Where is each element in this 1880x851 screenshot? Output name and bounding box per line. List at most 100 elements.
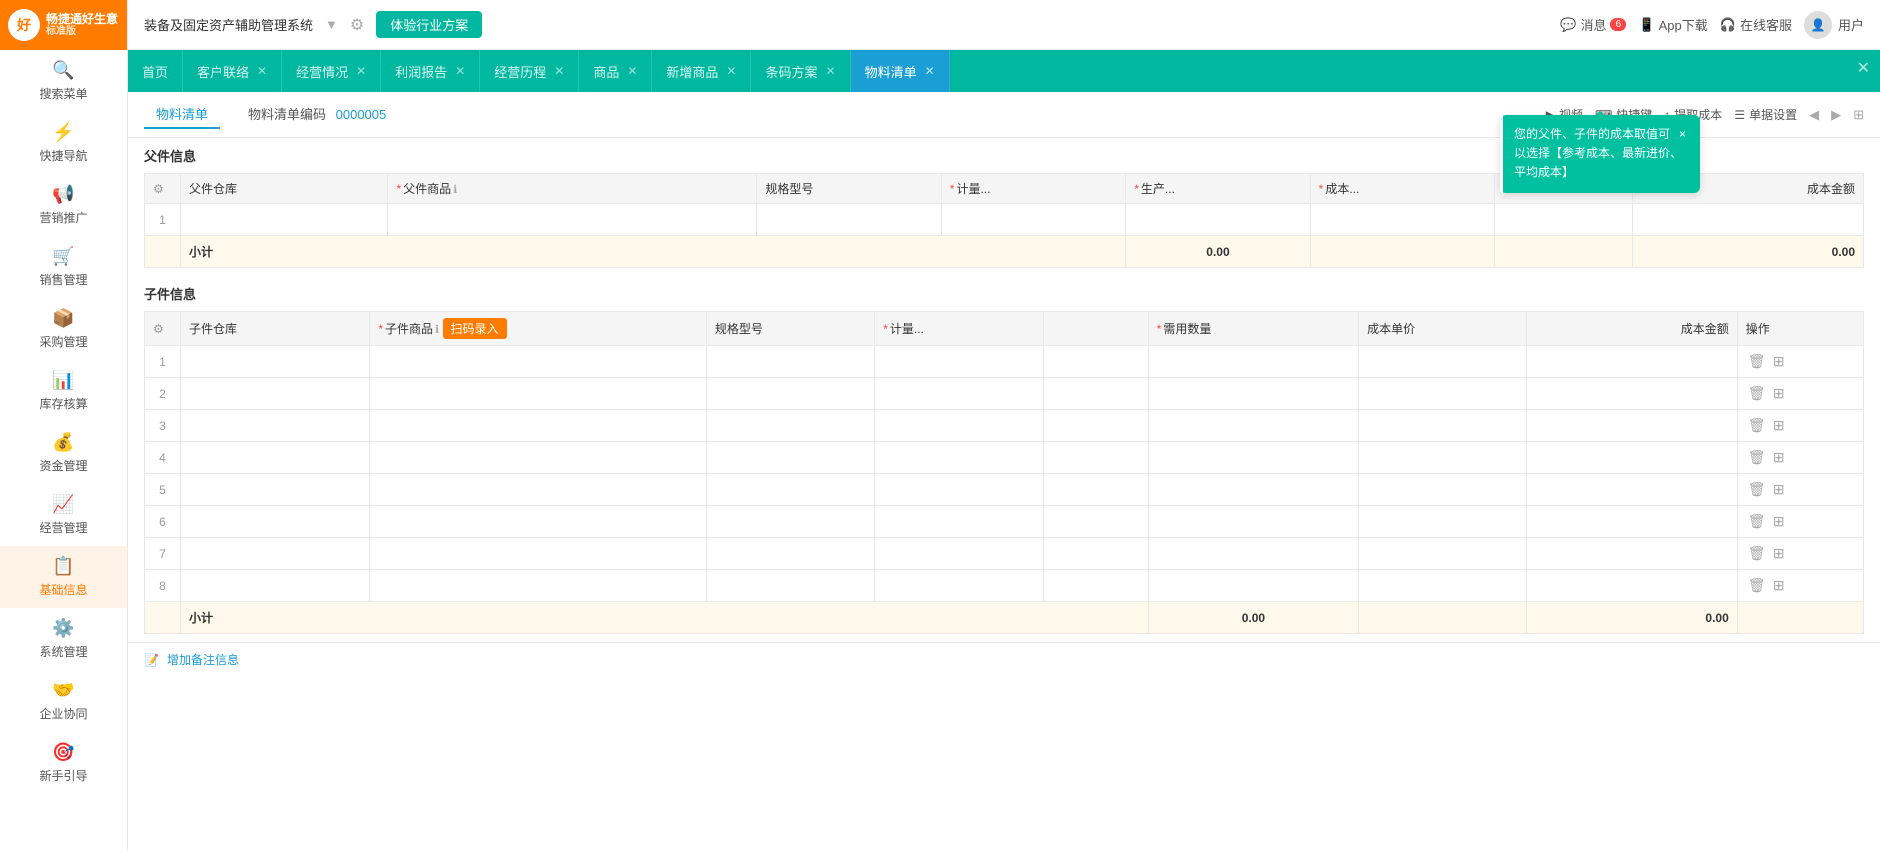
copy-row-icon-5[interactable]: ⊞: [1773, 481, 1785, 497]
child-unit-price-cell-3[interactable]: [1359, 410, 1527, 442]
sidebar-item-8[interactable]: 📋基础信息: [0, 546, 127, 608]
child-warehouse-cell-6[interactable]: [181, 506, 370, 538]
child-unit-price-cell-6[interactable]: [1359, 506, 1527, 538]
child-unit-price-cell-8[interactable]: [1359, 570, 1527, 602]
sidebar-item-5[interactable]: 📊库存核算: [0, 360, 127, 422]
child-unit-cell-1[interactable]: [875, 346, 1043, 378]
child-warehouse-cell-3[interactable]: [181, 410, 370, 442]
copy-row-icon-1[interactable]: ⊞: [1773, 353, 1785, 369]
delete-row-icon-5[interactable]: 🗑: [1748, 481, 1766, 497]
nav-tab-close-5[interactable]: ✕: [627, 64, 637, 78]
trial-button[interactable]: 体验行业方案: [376, 11, 482, 38]
child-warehouse-cell-1[interactable]: [181, 346, 370, 378]
copy-row-icon-6[interactable]: ⊞: [1773, 513, 1785, 529]
nav-tab-close-4[interactable]: ✕: [554, 64, 564, 78]
nav-tab-close-8[interactable]: ✕: [925, 64, 935, 78]
child-qty-cell-6[interactable]: [1148, 506, 1358, 538]
sidebar-item-3[interactable]: 🛒销售管理: [0, 236, 127, 298]
sidebar-item-2[interactable]: 📢营销推广: [0, 174, 127, 236]
delete-row-icon-2[interactable]: 🗑: [1748, 385, 1766, 401]
nav-tab-5[interactable]: 商品✕: [579, 50, 652, 92]
sidebar-item-7[interactable]: 📈经营管理: [0, 484, 127, 546]
child-warehouse-cell-4[interactable]: [181, 442, 370, 474]
child-warehouse-cell-8[interactable]: [181, 570, 370, 602]
child-col-settings-icon[interactable]: ⚙: [153, 322, 164, 336]
parent-product-cell[interactable]: [388, 204, 757, 236]
app-download-action[interactable]: 📱 App下载: [1638, 15, 1707, 34]
child-unit-price-cell-4[interactable]: [1359, 442, 1527, 474]
add-remark-row[interactable]: 📝 增加备注信息: [128, 642, 1880, 676]
nav-tab-8[interactable]: 物料清单✕: [851, 50, 950, 92]
sidebar-item-9[interactable]: ⚙️系统管理: [0, 608, 127, 670]
child-warehouse-cell-2[interactable]: [181, 378, 370, 410]
child-unit-cell-7[interactable]: [875, 538, 1043, 570]
nav-tab-close-1[interactable]: ✕: [257, 64, 267, 78]
parent-warehouse-cell[interactable]: [181, 204, 388, 236]
child-qty-cell-1[interactable]: [1148, 346, 1358, 378]
child-product-cell-7[interactable]: [370, 538, 707, 570]
child-spec-cell-6[interactable]: [706, 506, 874, 538]
copy-row-icon-3[interactable]: ⊞: [1773, 417, 1785, 433]
child-unit-cell-4[interactable]: [875, 442, 1043, 474]
doc-settings-action[interactable]: ☰ 单据设置: [1734, 106, 1797, 123]
nav-tab-close-3[interactable]: ✕: [455, 64, 465, 78]
child-spec-cell-1[interactable]: [706, 346, 874, 378]
parent-spec-cell[interactable]: [757, 204, 941, 236]
sidebar-item-10[interactable]: 🤝企业协同: [0, 670, 127, 732]
child-spec-cell-8[interactable]: [706, 570, 874, 602]
child-qty-cell-4[interactable]: [1148, 442, 1358, 474]
dropdown-icon[interactable]: ▼: [325, 17, 338, 32]
child-spec-cell-3[interactable]: [706, 410, 874, 442]
message-action[interactable]: 💬 消息 6: [1560, 15, 1626, 34]
copy-row-icon-4[interactable]: ⊞: [1773, 449, 1785, 465]
parent-produce-cell[interactable]: [1126, 204, 1310, 236]
scan-input-button[interactable]: 扫码录入: [443, 318, 507, 339]
nav-tab-1[interactable]: 客户联络✕: [183, 50, 282, 92]
sub-tab-code[interactable]: 物料清单编码 0000005: [236, 100, 398, 129]
child-unit-cell-2[interactable]: [875, 378, 1043, 410]
child-product-cell-8[interactable]: [370, 570, 707, 602]
delete-row-icon-7[interactable]: 🗑: [1748, 545, 1766, 561]
nav-next-icon[interactable]: ▶: [1831, 107, 1841, 123]
child-product-cell-4[interactable]: [370, 442, 707, 474]
nav-tab-close-7[interactable]: ✕: [826, 64, 836, 78]
child-qty-cell-8[interactable]: [1148, 570, 1358, 602]
online-service-action[interactable]: 🎧 在线客服: [1720, 15, 1792, 34]
sidebar-item-11[interactable]: 🎯新手引导: [0, 732, 127, 794]
child-unit-cell-5[interactable]: [875, 474, 1043, 506]
settings-button[interactable]: ⚙: [350, 15, 364, 35]
child-unit-price-cell-5[interactable]: [1359, 474, 1527, 506]
child-spec-cell-5[interactable]: [706, 474, 874, 506]
child-unit-price-cell-2[interactable]: [1359, 378, 1527, 410]
child-spec-cell-7[interactable]: [706, 538, 874, 570]
user-menu[interactable]: 👤 用户: [1804, 11, 1864, 39]
child-qty-cell-2[interactable]: [1148, 378, 1358, 410]
child-warehouse-cell-5[interactable]: [181, 474, 370, 506]
parent-unit-cell[interactable]: [941, 204, 1125, 236]
sidebar-item-0[interactable]: 🔍搜索菜单: [0, 50, 127, 112]
nav-tab-3[interactable]: 利润报告✕: [381, 50, 480, 92]
child-qty-cell-5[interactable]: [1148, 474, 1358, 506]
child-product-cell-5[interactable]: [370, 474, 707, 506]
child-unit-cell-8[interactable]: [875, 570, 1043, 602]
child-unit-cell-6[interactable]: [875, 506, 1043, 538]
delete-row-icon-3[interactable]: 🗑: [1748, 417, 1766, 433]
child-unit-price-cell-7[interactable]: [1359, 538, 1527, 570]
child-unit-cell-3[interactable]: [875, 410, 1043, 442]
sidebar-item-1[interactable]: ⚡快捷导航: [0, 112, 127, 174]
child-product-cell-1[interactable]: [370, 346, 707, 378]
parent-cost-cell[interactable]: [1310, 204, 1494, 236]
nav-tab-7[interactable]: 条码方案✕: [751, 50, 850, 92]
tooltip-close-button[interactable]: ×: [1679, 125, 1686, 144]
child-spec-cell-2[interactable]: [706, 378, 874, 410]
parent-col-settings-icon[interactable]: ⚙: [153, 182, 164, 196]
nav-tab-close-6[interactable]: ✕: [726, 64, 736, 78]
nav-prev-icon[interactable]: ◀: [1809, 107, 1819, 123]
copy-row-icon-2[interactable]: ⊞: [1773, 385, 1785, 401]
child-spec-cell-4[interactable]: [706, 442, 874, 474]
copy-row-icon-8[interactable]: ⊞: [1773, 577, 1785, 593]
child-unit-price-cell-1[interactable]: [1359, 346, 1527, 378]
grid-icon[interactable]: ⊞: [1853, 107, 1864, 123]
child-qty-cell-7[interactable]: [1148, 538, 1358, 570]
copy-row-icon-7[interactable]: ⊞: [1773, 545, 1785, 561]
